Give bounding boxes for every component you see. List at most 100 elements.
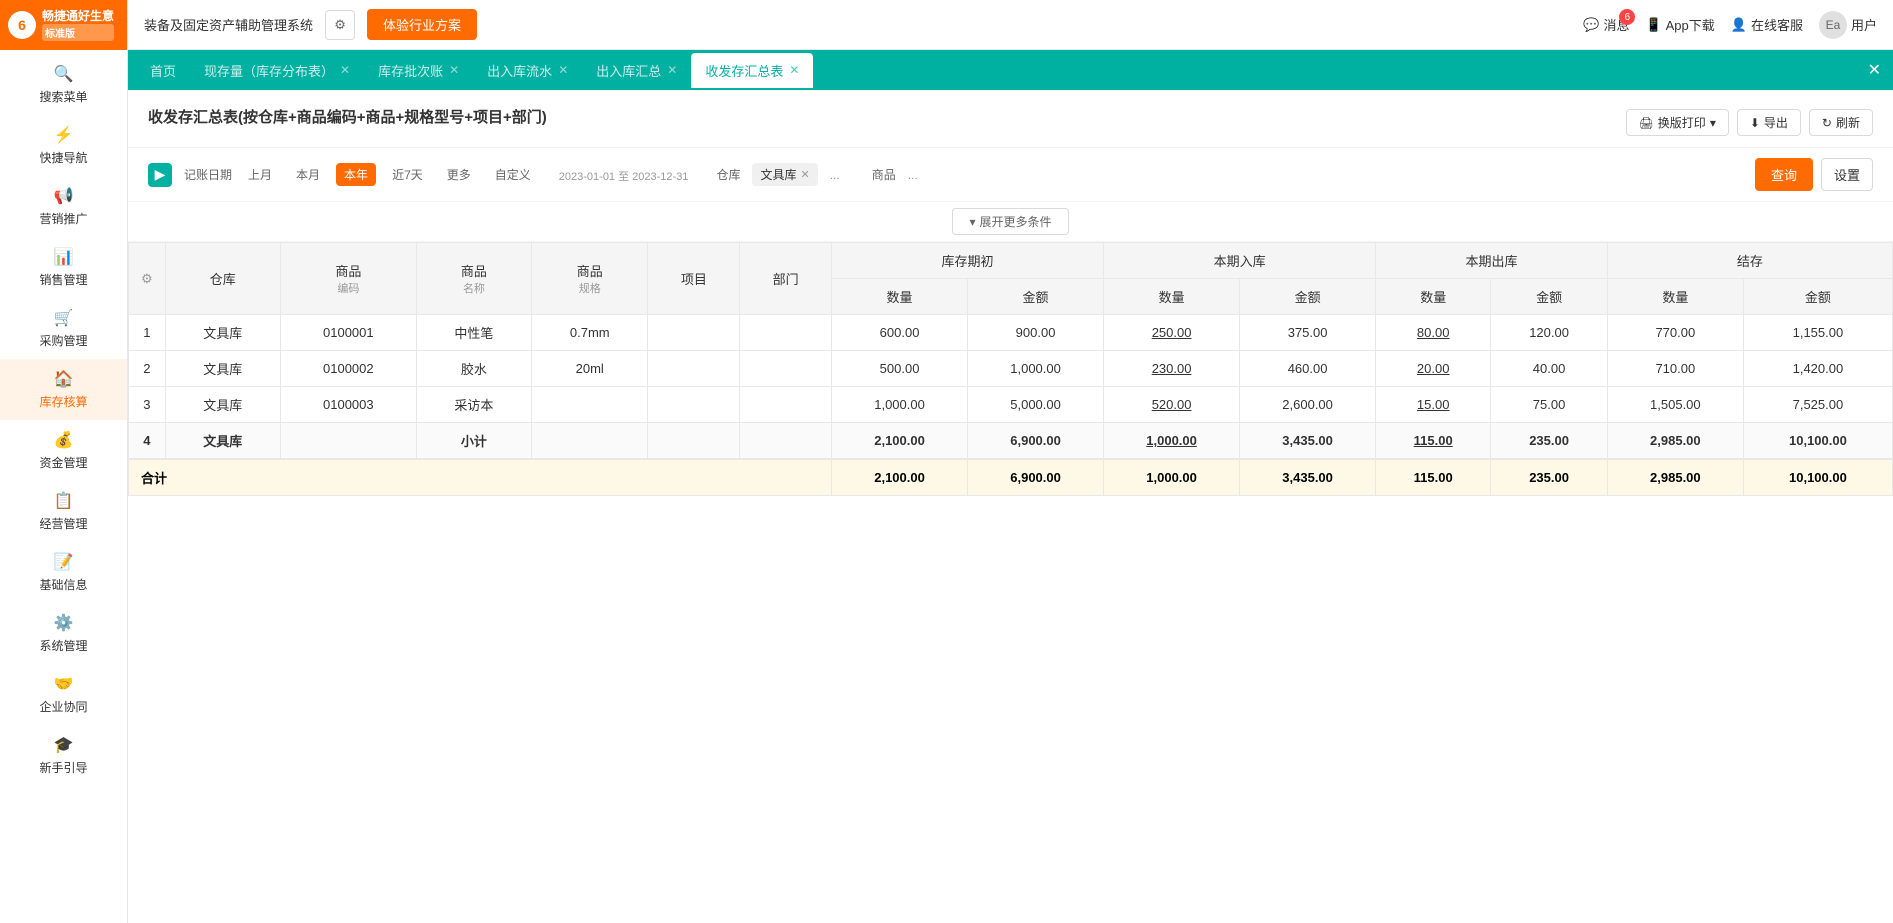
sidebar-item-collab[interactable]: 🤝 企业协同	[0, 664, 127, 725]
row-opening-qty: 500.00	[832, 351, 968, 387]
print-button[interactable]: 🖨 换版打印 ▾	[1626, 109, 1729, 136]
logo-badge: 标准版	[42, 24, 114, 41]
purchase-icon: 🛒	[54, 308, 74, 328]
row-in-qty[interactable]: 250.00	[1104, 315, 1240, 351]
tab-batch-account[interactable]: 库存批次账 ✕	[364, 53, 473, 88]
row-project	[648, 423, 740, 460]
sidebar-item-guide[interactable]: 🎓 新手引导	[0, 725, 127, 786]
row-in-qty-link[interactable]: 520.00	[1152, 397, 1192, 412]
notification-button[interactable]: 💬 消息 6	[1583, 15, 1629, 34]
table-row: 1文具库0100001中性笔0.7mm600.00900.00250.00375…	[129, 315, 1893, 351]
sidebar-item-search[interactable]: 🔍 搜索菜单	[0, 54, 127, 115]
row-out-amt: 235.00	[1491, 423, 1608, 460]
tab-batch-account-label: 库存批次账	[378, 61, 443, 80]
app-download-button[interactable]: 📱 App下载	[1645, 15, 1714, 34]
tab-receive-summary[interactable]: 收发存汇总表 ✕	[691, 53, 813, 88]
col-group-period-in: 本期入库	[1104, 243, 1376, 279]
row-department	[740, 423, 832, 460]
date-btn-7days[interactable]: 近7天	[384, 163, 431, 186]
row-opening-amt: 1,000.00	[968, 351, 1104, 387]
row-out-qty-link[interactable]: 20.00	[1417, 361, 1450, 376]
sidebar-item-basic[interactable]: 📝 基础信息	[0, 542, 127, 603]
total-in-amt: 3,435.00	[1240, 459, 1376, 496]
date-btn-this-month[interactable]: 本月	[288, 163, 328, 186]
tab-inout-flow-close[interactable]: ✕	[558, 63, 568, 77]
sidebar-label-system: 系统管理	[39, 637, 87, 654]
sidebar-label-basic: 基础信息	[39, 576, 87, 593]
online-support-label: 在线客服	[1751, 15, 1803, 34]
refresh-button[interactable]: ↻ 刷新	[1809, 109, 1873, 136]
table-row: 3文具库0100003采访本1,000.005,000.00520.002,60…	[129, 387, 1893, 423]
sidebar-item-system[interactable]: ⚙️ 系统管理	[0, 603, 127, 664]
row-opening-amt: 900.00	[968, 315, 1104, 351]
settings-gear-button[interactable]: ⚙	[325, 10, 355, 40]
row-spec: 0.7mm	[532, 315, 648, 351]
row-code: 0100001	[280, 315, 416, 351]
warehouse-tag-close[interactable]: ✕	[800, 168, 809, 181]
row-closing-qty: 770.00	[1607, 315, 1743, 351]
tab-inout-summary[interactable]: 出入库汇总 ✕	[582, 53, 691, 88]
table-gear-icon[interactable]: ⚙	[141, 271, 153, 286]
sidebar-item-operations[interactable]: 📋 经营管理	[0, 481, 127, 542]
warehouse-more[interactable]: ...	[830, 168, 840, 182]
row-no: 3	[129, 387, 166, 423]
tab-inventory-dist-close[interactable]: ✕	[340, 63, 350, 77]
tab-inout-summary-close[interactable]: ✕	[667, 63, 677, 77]
sidebar-item-marketing[interactable]: 📢 营销推广	[0, 176, 127, 237]
header-right-area: 💬 消息 6 📱 App下载 👤 在线客服 Ea 用户	[1583, 11, 1877, 39]
trial-button[interactable]: 体验行业方案	[367, 9, 477, 40]
row-in-qty-link[interactable]: 250.00	[1152, 325, 1192, 340]
chevron-down-icon: ▾	[1710, 116, 1716, 130]
row-closing-amt: 10,100.00	[1743, 423, 1892, 460]
inventory-icon: 🏠	[54, 369, 74, 389]
export-button[interactable]: ⬇ 导出	[1737, 109, 1801, 136]
row-in-qty[interactable]: 230.00	[1104, 351, 1240, 387]
marketing-icon: 📢	[54, 186, 74, 206]
row-closing-amt: 1,420.00	[1743, 351, 1892, 387]
row-out-qty[interactable]: 15.00	[1376, 387, 1491, 423]
row-out-qty-link[interactable]: 80.00	[1417, 325, 1450, 340]
row-out-qty-link[interactable]: 115.00	[1414, 433, 1453, 448]
filter-settings-button[interactable]: 设置	[1821, 158, 1873, 191]
tab-receive-summary-close[interactable]: ✕	[789, 63, 799, 77]
sidebar-item-inventory[interactable]: 🏠 库存核算	[0, 359, 127, 420]
row-out-qty[interactable]: 20.00	[1376, 351, 1491, 387]
date-btn-custom[interactable]: 自定义	[487, 163, 539, 186]
expand-conditions-button[interactable]: ▾ 展开更多条件	[952, 208, 1068, 235]
sidebar-item-quick-nav[interactable]: ⚡ 快捷导航	[0, 115, 127, 176]
date-btn-this-year[interactable]: 本年	[336, 163, 376, 186]
query-button[interactable]: 查询	[1755, 158, 1813, 191]
row-in-qty-link[interactable]: 1,000.00	[1146, 433, 1197, 448]
row-out-qty[interactable]: 80.00	[1376, 315, 1491, 351]
date-range-display: 2023-01-01 至 2023-12-31	[559, 168, 689, 184]
row-in-qty[interactable]: 1,000.00	[1104, 423, 1240, 460]
online-support-button[interactable]: 👤 在线客服	[1731, 15, 1803, 34]
col-name: 商品名称	[416, 243, 531, 315]
date-btn-more[interactable]: 更多	[439, 163, 479, 186]
user-area[interactable]: Ea 用户	[1819, 11, 1877, 39]
row-out-qty[interactable]: 115.00	[1376, 423, 1491, 460]
tab-bar-close-button[interactable]: ✕	[1856, 60, 1893, 80]
sidebar-item-purchase[interactable]: 🛒 采购管理	[0, 298, 127, 359]
col-spec: 商品规格	[532, 243, 648, 315]
row-out-qty-link[interactable]: 15.00	[1417, 397, 1450, 412]
tab-inventory-dist-label: 现存量（库存分布表）	[204, 61, 334, 80]
guide-icon: 🎓	[54, 735, 74, 755]
date-filter-group: 记账日期 上月 本月 本年 近7天 更多 自定义	[184, 163, 539, 186]
filter-expand-arrow[interactable]: ▶	[148, 163, 172, 187]
tab-batch-account-close[interactable]: ✕	[449, 63, 459, 77]
sidebar-item-sales[interactable]: 📊 销售管理	[0, 237, 127, 298]
row-in-qty[interactable]: 520.00	[1104, 387, 1240, 423]
system-icon: ⚙️	[54, 613, 74, 633]
tab-home[interactable]: 首页	[136, 53, 190, 88]
tab-inout-flow[interactable]: 出入库流水 ✕	[473, 53, 582, 88]
date-btn-last-month[interactable]: 上月	[240, 163, 280, 186]
col-opening-qty: 数量	[832, 279, 968, 315]
logo-icon: 6	[8, 11, 36, 39]
sidebar-item-finance[interactable]: 💰 资金管理	[0, 420, 127, 481]
total-opening-qty: 2,100.00	[832, 459, 968, 496]
commodity-more[interactable]: ...	[908, 168, 918, 182]
tab-inventory-dist[interactable]: 现存量（库存分布表） ✕	[190, 53, 364, 88]
total-row: 合计 2,100.00 6,900.00 1,000.00 3,435.00 1…	[129, 459, 1893, 496]
row-in-qty-link[interactable]: 230.00	[1152, 361, 1192, 376]
